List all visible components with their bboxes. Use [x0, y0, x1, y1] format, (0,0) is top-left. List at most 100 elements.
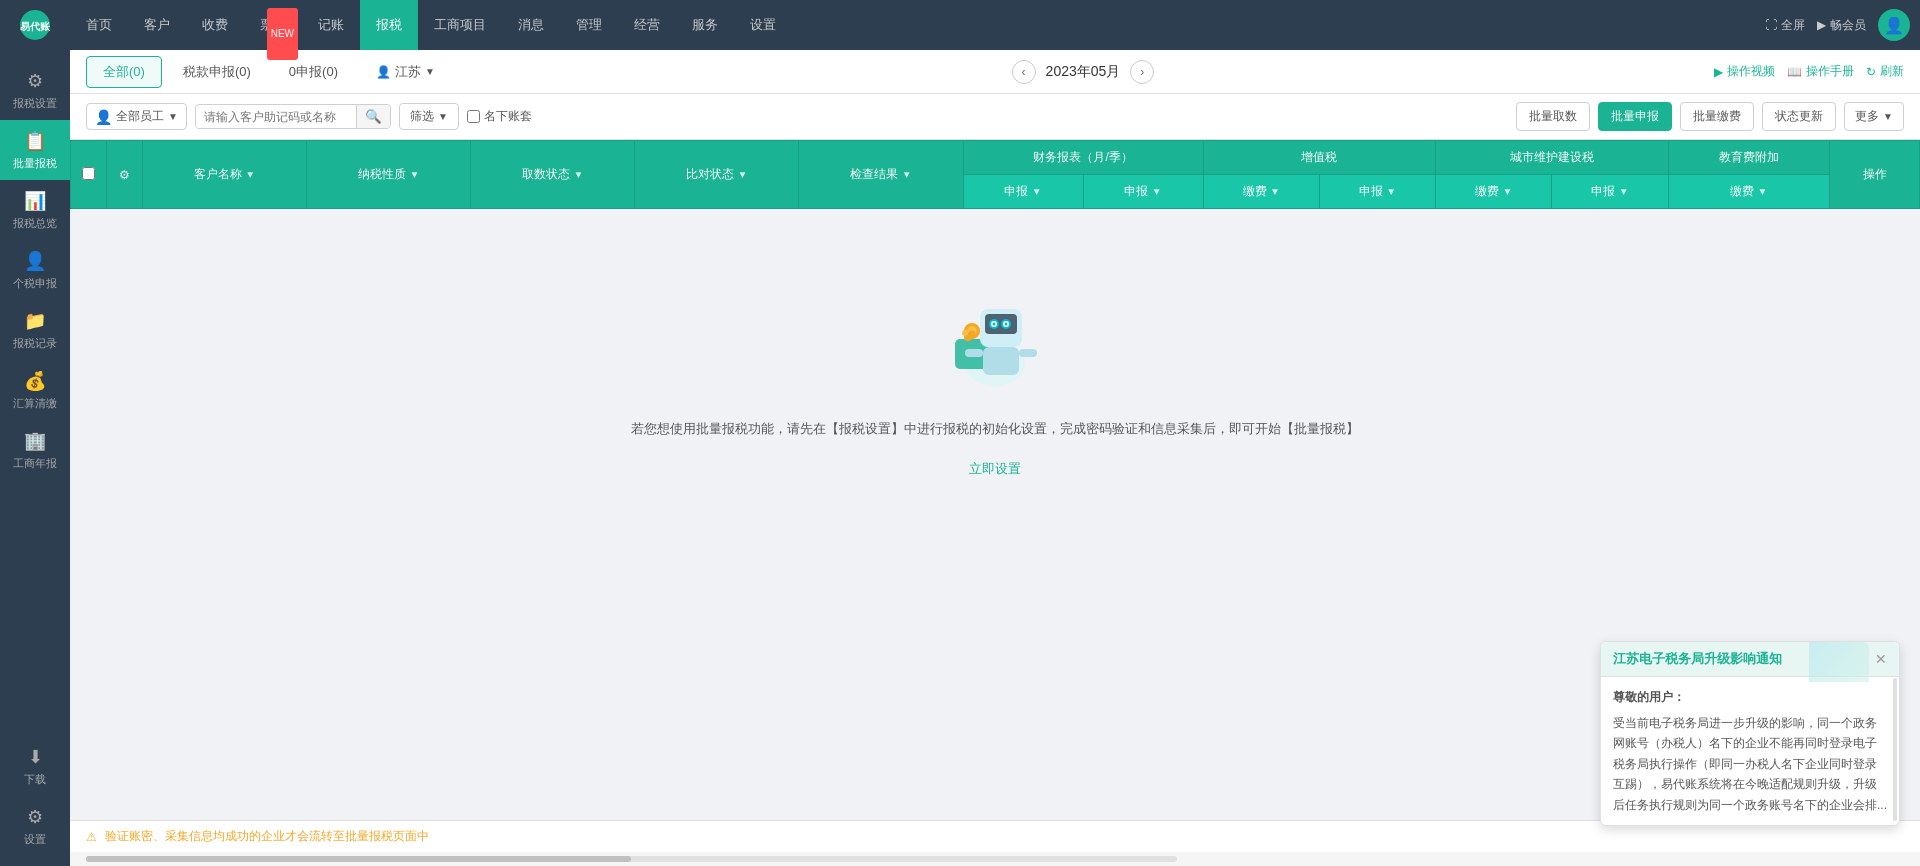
- nav-service[interactable]: 服务: [676, 0, 734, 50]
- nav-billing[interactable]: 收费: [186, 0, 244, 50]
- sidebar-item-personal-tax[interactable]: 👤 个税申报: [0, 240, 70, 300]
- th-city-declare[interactable]: 申报 ▼: [1319, 175, 1435, 209]
- user-avatar[interactable]: 👤: [1878, 9, 1910, 41]
- horizontal-scrollbar[interactable]: [86, 856, 1177, 862]
- th-check-result[interactable]: 检查结果 ▼: [799, 141, 963, 209]
- svg-rect-15: [965, 349, 983, 357]
- refresh-icon: ↻: [1866, 65, 1876, 79]
- select-all-checkbox[interactable]: [82, 167, 95, 180]
- nav-invoice[interactable]: 票据 NEW: [244, 0, 302, 50]
- th-vat-declare[interactable]: 申报 ▼: [1083, 175, 1203, 209]
- th-gear[interactable]: ⚙: [107, 141, 143, 209]
- refresh-btn[interactable]: ↻ 刷新: [1866, 63, 1904, 80]
- th-financial-declare[interactable]: 申报 ▼: [963, 175, 1083, 209]
- nav-settings[interactable]: 设置: [734, 0, 792, 50]
- personal-tax-icon: 👤: [24, 250, 46, 272]
- sidebar-item-tax-records[interactable]: 📁 报税记录: [0, 300, 70, 360]
- fullscreen-btn[interactable]: ⛶ 全屏: [1765, 17, 1805, 34]
- th-financial-report: 财务报表（月/季）: [963, 141, 1203, 175]
- account-checkbox-label[interactable]: 名下账套: [467, 108, 532, 125]
- search-button[interactable]: 🔍: [356, 105, 390, 128]
- th-edu-declare[interactable]: 申报 ▼: [1552, 175, 1668, 209]
- robot-illustration: [930, 269, 1060, 399]
- bottom-tip: 验证账密、采集信息均成功的企业才会流转至批量报税页面中: [105, 828, 429, 845]
- new-badge: NEW: [267, 8, 298, 60]
- th-compare-status[interactable]: 比对状态 ▼: [635, 141, 799, 209]
- tab-bar: 全部(0) 税款申报(0) 0申报(0) 👤 江苏 ▼ ‹ 2023年05月 ›: [70, 50, 1920, 94]
- sidebar-item-tax-settings[interactable]: ⚙ 报税设置: [0, 60, 70, 120]
- tab-tax-declare[interactable]: 税款申报(0): [166, 56, 268, 88]
- batch-pay-btn[interactable]: 批量缴费: [1680, 102, 1754, 131]
- th-tax-type[interactable]: 纳税性质 ▼: [307, 141, 471, 209]
- employee-select[interactable]: 👤 全部员工 ▼: [86, 103, 187, 130]
- membership-btn[interactable]: ▶ 畅会员: [1817, 17, 1866, 34]
- th-edu-surcharge: 教育费附加: [1668, 141, 1830, 175]
- th-vat-pay[interactable]: 缴费 ▼: [1203, 175, 1319, 209]
- status-update-btn[interactable]: 状态更新: [1762, 102, 1836, 131]
- search-input[interactable]: [196, 106, 356, 128]
- th-checkbox[interactable]: [71, 141, 107, 209]
- nav-client[interactable]: 客户: [128, 0, 186, 50]
- data-table: ⚙ 客户名称 ▼ 纳税性质 ▼ 取数状态 ▼ 比对状态 ▼: [70, 140, 1920, 538]
- th-edu-pay[interactable]: 缴费 ▼: [1668, 175, 1830, 209]
- notif-close-btn[interactable]: ✕: [1875, 651, 1887, 667]
- sidebar-item-config[interactable]: ⚙ 设置: [0, 796, 70, 856]
- settlement-icon: 💰: [24, 370, 46, 392]
- tab-zero-declare[interactable]: 0申报(0): [272, 56, 355, 88]
- sidebar-item-download[interactable]: ⬇ 下载: [0, 736, 70, 796]
- person-icon: 👤: [95, 109, 112, 125]
- sidebar-item-batch-tax[interactable]: 📋 批量报税: [0, 120, 70, 180]
- svg-point-18: [962, 330, 968, 336]
- nav-accounting[interactable]: 记账: [302, 0, 360, 50]
- sidebar-item-tax-overview[interactable]: 📊 报税总览: [0, 180, 70, 240]
- th-fetch-status[interactable]: 取数状态 ▼: [471, 141, 635, 209]
- chevron-down-icon: ▼: [1883, 111, 1893, 122]
- table-header-row-1: ⚙ 客户名称 ▼ 纳税性质 ▼ 取数状态 ▼ 比对状态 ▼: [71, 141, 1920, 175]
- top-navigation: 易代账 首页 客户 收费 票据 NEW 记账 报税 工商项目 消息 管理 经营 …: [0, 0, 1920, 50]
- svg-point-19: [969, 331, 976, 338]
- setup-link[interactable]: 立即设置: [969, 460, 1021, 478]
- operation-manual-btn[interactable]: 📖 操作手册: [1787, 63, 1854, 80]
- app-logo[interactable]: 易代账: [10, 0, 60, 50]
- th-city-pay[interactable]: 缴费 ▼: [1436, 175, 1552, 209]
- svg-text:易代账: 易代账: [20, 21, 51, 32]
- empty-state: 若您想使用批量报税功能，请先在【报税设置】中进行报税的初始化设置，完成密码验证和…: [71, 209, 1920, 538]
- current-month: 2023年05月: [1046, 63, 1121, 81]
- batch-declare-btn[interactable]: 批量申报: [1598, 102, 1672, 131]
- nav-right-actions: ⛶ 全屏 ▶ 畅会员 👤: [1765, 9, 1910, 41]
- notification-panel: 江苏电子税务局升级影响通知 ✕ 尊敬的用户： 受当前电子税务局进一步升级的影响，…: [1600, 641, 1900, 826]
- th-actions: 操作: [1830, 141, 1920, 209]
- config-icon: ⚙: [27, 806, 43, 828]
- chevron-down-icon: ▼: [168, 111, 178, 122]
- notif-content: 受当前电子税务局进一步升级的影响，同一个政务网账号（办税人）名下的企业不能再同时…: [1613, 713, 1887, 815]
- tab-region[interactable]: 👤 江苏 ▼: [359, 56, 452, 88]
- nav-items: 首页 客户 收费 票据 NEW 记账 报税 工商项目 消息 管理 经营 服务 设…: [70, 0, 1765, 50]
- account-checkbox[interactable]: [467, 110, 480, 123]
- next-month-btn[interactable]: ›: [1130, 60, 1154, 84]
- sidebar-bottom: ⬇ 下载 ⚙ 设置: [0, 736, 70, 866]
- tax-settings-icon: ⚙: [27, 70, 43, 92]
- svg-rect-16: [1019, 349, 1037, 357]
- nav-message[interactable]: 消息: [502, 0, 560, 50]
- th-client-name[interactable]: 客户名称 ▼: [143, 141, 307, 209]
- notif-decoration: [1809, 642, 1869, 682]
- membership-icon: ▶: [1817, 18, 1826, 32]
- nav-tax[interactable]: 报税: [360, 0, 418, 50]
- nav-home[interactable]: 首页: [70, 0, 128, 50]
- filter-btn[interactable]: 筛选 ▼: [399, 103, 459, 130]
- notif-scrollbar[interactable]: [1893, 678, 1897, 821]
- nav-manage[interactable]: 管理: [560, 0, 618, 50]
- prev-month-btn[interactable]: ‹: [1012, 60, 1036, 84]
- notif-greeting: 尊敬的用户：: [1613, 687, 1887, 707]
- manual-icon: 📖: [1787, 65, 1802, 79]
- nav-business[interactable]: 工商项目: [418, 0, 502, 50]
- more-btn[interactable]: 更多 ▼: [1844, 102, 1904, 131]
- tab-all[interactable]: 全部(0): [86, 56, 162, 88]
- th-city-tax: 城市维护建设税: [1436, 141, 1668, 175]
- sidebar-item-settlement[interactable]: 💰 汇算清缴: [0, 360, 70, 420]
- nav-operation[interactable]: 经营: [618, 0, 676, 50]
- batch-fetch-btn[interactable]: 批量取数: [1516, 102, 1590, 131]
- scroll-area[interactable]: [70, 852, 1920, 866]
- sidebar-item-annual-report[interactable]: 🏢 工商年报: [0, 420, 70, 480]
- operation-video-btn[interactable]: ▶ 操作视频: [1714, 63, 1775, 80]
